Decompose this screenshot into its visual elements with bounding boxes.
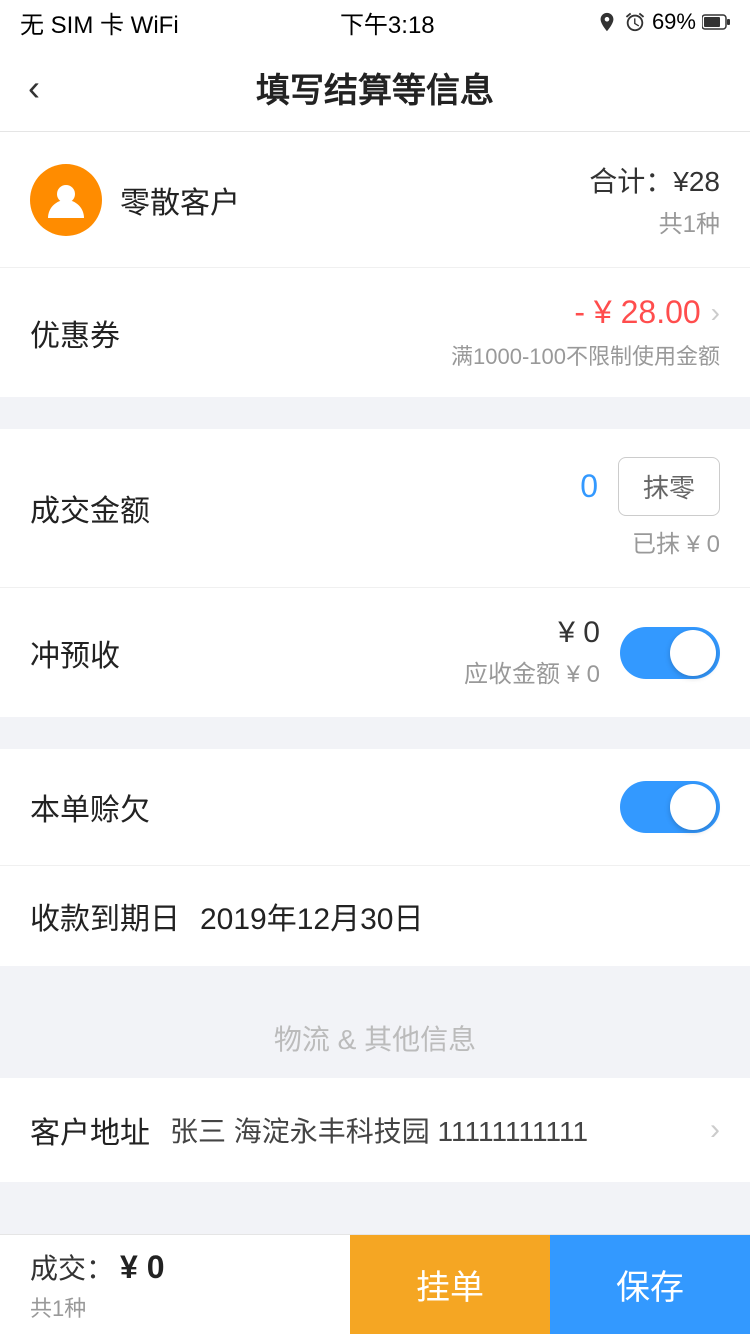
deal-amount-label: 成交金额 bbox=[30, 486, 150, 530]
deal-amount-value: 0 bbox=[580, 468, 598, 505]
prepay-label: 冲预收 bbox=[30, 631, 120, 675]
debt-row: 本单赊欠 bbox=[0, 749, 750, 865]
debt-toggle-knob bbox=[670, 784, 716, 830]
coupon-right: - ¥ 28.00 › bbox=[574, 294, 720, 331]
prepay-amount: ¥ 0 bbox=[464, 616, 600, 650]
deal-card: 成交金额 0 抹零 已抹 ¥ 0 冲预收 ¥ 0 应收金额 ¥ 0 bbox=[0, 429, 750, 717]
status-left: 无 SIM 卡 WiFi bbox=[20, 5, 179, 40]
coupon-label: 优惠券 bbox=[30, 311, 120, 355]
footer-count: 共1种 bbox=[30, 1291, 320, 1323]
customer-card: 零散客户 合计：¥28 共1种 优惠券 - ¥ 28.00 › 满1000-10… bbox=[0, 132, 750, 397]
customer-total: 合计：¥28 bbox=[589, 160, 720, 200]
section-divider-1 bbox=[0, 413, 750, 429]
logistics-label: 物流 & 其他信息 bbox=[274, 1018, 476, 1058]
address-card[interactable]: 客户地址 张三 海淀永丰科技园 11111111111 › bbox=[0, 1078, 750, 1182]
debt-toggle[interactable] bbox=[620, 781, 720, 833]
customer-count: 共1种 bbox=[589, 204, 720, 239]
deal-amount-right: 0 抹零 bbox=[580, 457, 720, 516]
nav-bar: ‹ 填写结算等信息 bbox=[0, 44, 750, 132]
toggle-knob bbox=[670, 630, 716, 676]
status-bar: 无 SIM 卡 WiFi 下午3:18 69% bbox=[0, 0, 750, 44]
hold-button[interactable]: 挂单 bbox=[350, 1235, 550, 1334]
status-time: 下午3:18 bbox=[340, 5, 435, 40]
footer-deal-label: 成交： bbox=[30, 1247, 114, 1287]
coupon-amount: - ¥ 28.00 bbox=[574, 294, 700, 331]
sim-status: 无 SIM 卡 WiFi bbox=[20, 5, 179, 40]
bottom-footer: 成交： ¥ 0 共1种 挂单 保存 bbox=[0, 1234, 750, 1334]
deal-amount-sub: 已抹 ¥ 0 bbox=[632, 524, 720, 559]
round-off-button[interactable]: 抹零 bbox=[618, 457, 720, 516]
address-value: 张三 海淀永丰科技园 11111111111 bbox=[170, 1110, 710, 1150]
customer-left: 零散客户 bbox=[30, 164, 240, 236]
prepay-right: ¥ 0 应收金额 ¥ 0 bbox=[464, 616, 720, 689]
due-date-value: 2019年12月30日 bbox=[200, 894, 423, 938]
address-label: 客户地址 bbox=[30, 1108, 150, 1152]
customer-row: 零散客户 合计：¥28 共1种 bbox=[0, 132, 750, 267]
customer-avatar bbox=[30, 164, 102, 236]
page-title: 填写结算等信息 bbox=[256, 63, 494, 112]
prepay-toggle[interactable] bbox=[620, 627, 720, 679]
customer-summary: 合计：¥28 共1种 bbox=[589, 160, 720, 239]
back-button[interactable]: ‹ bbox=[28, 67, 40, 109]
status-right: 69% bbox=[596, 9, 730, 35]
prepay-values: ¥ 0 应收金额 ¥ 0 bbox=[464, 616, 600, 689]
due-date-row: 收款到期日 2019年12月30日 bbox=[0, 865, 750, 966]
battery-icon bbox=[702, 14, 730, 30]
coupon-chevron-icon: › bbox=[711, 297, 720, 329]
footer-deal-value: ¥ 0 bbox=[120, 1249, 164, 1286]
section-divider-2 bbox=[0, 733, 750, 749]
debt-card: 本单赊欠 收款到期日 2019年12月30日 bbox=[0, 749, 750, 966]
save-button[interactable]: 保存 bbox=[550, 1235, 750, 1334]
coupon-desc: 满1000-100不限制使用金额 bbox=[451, 339, 720, 371]
user-icon bbox=[44, 178, 88, 222]
alarm-icon bbox=[624, 11, 646, 33]
footer-info: 成交： ¥ 0 共1种 bbox=[0, 1235, 350, 1334]
prepay-row: 冲预收 ¥ 0 应收金额 ¥ 0 bbox=[0, 588, 750, 717]
coupon-row[interactable]: 优惠券 - ¥ 28.00 › 满1000-100不限制使用金额 bbox=[0, 267, 750, 397]
address-chevron-icon: › bbox=[710, 1113, 720, 1147]
prepay-sub: 应收金额 ¥ 0 bbox=[464, 654, 600, 689]
logistics-divider: 物流 & 其他信息 bbox=[0, 998, 750, 1078]
debt-label: 本单赊欠 bbox=[30, 785, 150, 829]
battery-level: 69% bbox=[652, 9, 696, 35]
due-date-label: 收款到期日 bbox=[30, 894, 180, 938]
address-row[interactable]: 客户地址 张三 海淀永丰科技园 11111111111 › bbox=[0, 1078, 750, 1182]
section-divider-3 bbox=[0, 982, 750, 998]
deal-amount-row: 成交金额 0 抹零 已抹 ¥ 0 bbox=[0, 429, 750, 588]
location-icon bbox=[596, 11, 618, 33]
customer-name: 零散客户 bbox=[120, 178, 240, 222]
